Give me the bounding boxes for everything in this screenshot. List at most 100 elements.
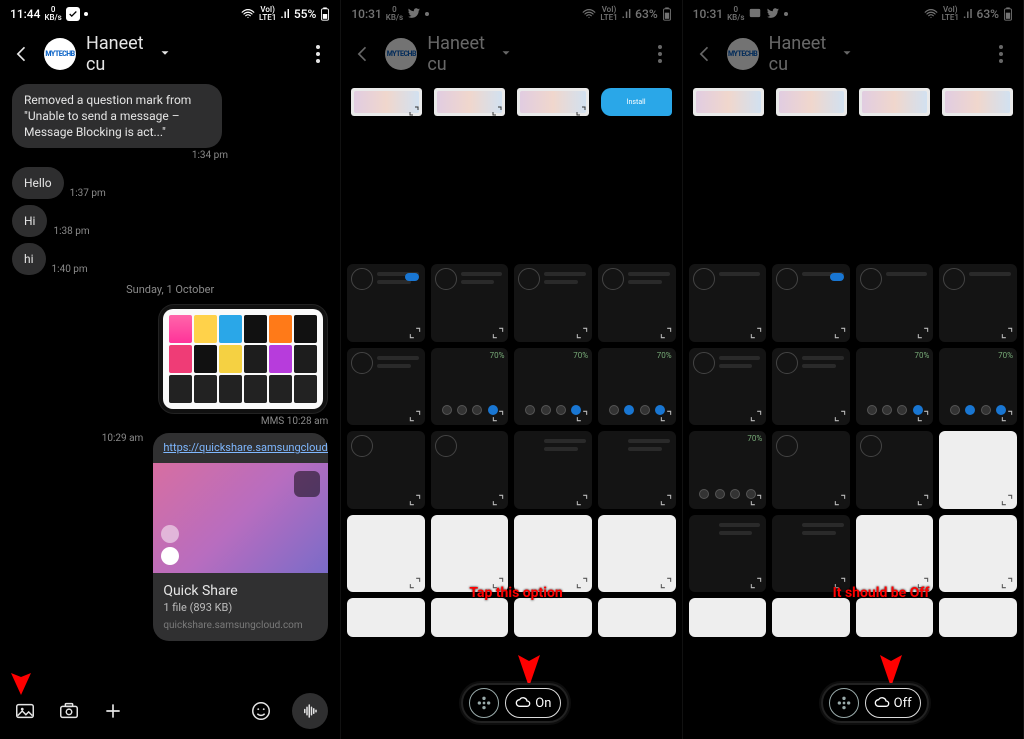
expand-contact-icon[interactable]: [499, 45, 513, 64]
message-time: 1:34 pm: [12, 150, 228, 161]
gallery-thumbnail[interactable]: [598, 264, 676, 342]
cloud-sync-pill[interactable]: Off: [821, 683, 929, 723]
expand-icon: [408, 408, 422, 422]
contact-name[interactable]: Haneet cu: [427, 33, 485, 75]
mms-attachment[interactable]: [158, 304, 328, 414]
appbar: MYTECHB Haneet cu: [683, 28, 1023, 80]
gallery-thumbnail[interactable]: 70%: [939, 348, 1017, 426]
gallery-thumbnail[interactable]: [689, 264, 767, 342]
gallery-settings-icon[interactable]: [469, 688, 499, 718]
gallery-settings-icon[interactable]: [829, 688, 859, 718]
expand-icon: [833, 325, 847, 339]
gallery-thumbnail[interactable]: [431, 431, 509, 509]
back-button[interactable]: [693, 42, 717, 66]
strip-thumb[interactable]: [859, 88, 930, 116]
strip-install-button[interactable]: Install: [601, 88, 672, 116]
gallery-thumbnail[interactable]: [598, 515, 676, 593]
status-data-rate: 0KB/s: [386, 6, 403, 22]
wifi-icon: [241, 7, 255, 21]
gallery-thumbnail[interactable]: [514, 264, 592, 342]
gallery-thumbnail[interactable]: [689, 515, 767, 593]
strip-thumb[interactable]: [517, 88, 588, 116]
statusbar: 11:44 0KB/s VoI)LTE1 .ıl 55%: [0, 0, 340, 28]
message-incoming[interactable]: Hi: [12, 205, 47, 237]
avatar[interactable]: MYTECHB: [385, 38, 417, 70]
gallery-thumbnail[interactable]: [598, 431, 676, 509]
emoji-button[interactable]: [248, 698, 274, 724]
strip-thumb[interactable]: [434, 88, 505, 116]
avatar[interactable]: MYTECHB: [727, 38, 759, 70]
gallery-thumbnail[interactable]: 70%: [689, 431, 767, 509]
more-button[interactable]: [306, 42, 330, 66]
back-button[interactable]: [10, 42, 34, 66]
gallery-button[interactable]: [12, 698, 38, 724]
gallery-thumbnail[interactable]: [939, 598, 1017, 637]
gallery-thumbnail[interactable]: [347, 598, 425, 637]
voice-button[interactable]: [292, 693, 328, 729]
avatar[interactable]: MYTECHB: [44, 38, 76, 70]
gallery-thumbnail[interactable]: [772, 515, 850, 593]
contact-name[interactable]: Haneet cu: [769, 33, 827, 75]
gallery-thumbnail[interactable]: [856, 264, 934, 342]
add-button[interactable]: [100, 698, 126, 724]
expand-contact-icon[interactable]: [158, 45, 172, 64]
strip-thumb[interactable]: [942, 88, 1013, 116]
expand-icon: [408, 492, 422, 506]
link-preview-card[interactable]: https://quickshare.samsungcloud.com/dkQ5…: [153, 433, 328, 641]
gallery-thumbnail[interactable]: 70%: [598, 348, 676, 426]
message-incoming[interactable]: hi: [12, 243, 46, 275]
expand-icon: [575, 492, 589, 506]
gallery-thumbnail[interactable]: [347, 348, 425, 426]
more-button[interactable]: [989, 42, 1013, 66]
cloud-toggle-off[interactable]: Off: [865, 688, 921, 718]
gallery-thumbnail[interactable]: [939, 431, 1017, 509]
gallery-thumbnail[interactable]: 70%: [431, 348, 509, 426]
camera-button[interactable]: [56, 698, 82, 724]
screen-gallery-on: 10:31 0KB/s VoI)LTE1 .ıl 63% MYTECHB Han…: [341, 0, 682, 739]
gallery-thumbnail[interactable]: [514, 515, 592, 593]
strip-thumb[interactable]: [776, 88, 847, 116]
message-incoming[interactable]: Hello: [12, 167, 64, 199]
recent-strip: Install: [341, 80, 681, 120]
more-button[interactable]: [648, 42, 672, 66]
contact-name[interactable]: Haneet cu: [86, 33, 144, 75]
gallery-thumbnail[interactable]: [514, 431, 592, 509]
gallery-thumbnail[interactable]: [772, 348, 850, 426]
gallery-thumbnail[interactable]: [772, 431, 850, 509]
date-separator: Sunday, 1 October: [12, 283, 328, 296]
cloud-sync-pill[interactable]: On: [461, 683, 569, 723]
cloud-toggle-on[interactable]: On: [505, 688, 561, 718]
gallery-thumbnail[interactable]: [689, 348, 767, 426]
gallery-thumbnail[interactable]: [431, 264, 509, 342]
gallery-thumbnail[interactable]: [431, 598, 509, 637]
annotation-arrow: [516, 607, 542, 687]
expand-icon: [1000, 325, 1014, 339]
expand-icon: [916, 408, 930, 422]
gallery-thumbnail[interactable]: [347, 264, 425, 342]
status-data-rate: 0KB/s: [727, 6, 744, 22]
gallery-thumbnail[interactable]: [431, 515, 509, 593]
gallery-thumbnail[interactable]: [598, 598, 676, 637]
annotation-text: Tap this option: [469, 585, 562, 601]
gallery-thumbnail[interactable]: [689, 598, 767, 637]
gallery-thumbnail[interactable]: 70%: [856, 348, 934, 426]
message-incoming[interactable]: Removed a question mark from "Unable to …: [12, 84, 222, 148]
expand-icon: [575, 102, 587, 114]
gallery-thumbnail[interactable]: 70%: [514, 348, 592, 426]
expand-contact-icon[interactable]: [840, 45, 854, 64]
strip-thumb[interactable]: [351, 88, 422, 116]
gallery-thumbnail[interactable]: [347, 515, 425, 593]
gallery-thumbnail[interactable]: [772, 598, 850, 637]
expand-icon: [491, 102, 503, 114]
strip-thumb[interactable]: [693, 88, 764, 116]
gallery-thumbnail[interactable]: [939, 515, 1017, 593]
gallery-thumbnail[interactable]: [856, 515, 934, 593]
gallery-thumbnail[interactable]: [856, 431, 934, 509]
gallery-thumbnail[interactable]: [347, 431, 425, 509]
back-button[interactable]: [351, 42, 375, 66]
gallery-thumbnail[interactable]: [939, 264, 1017, 342]
status-time: 10:31: [351, 7, 381, 21]
expand-icon: [1000, 408, 1014, 422]
gallery-thumbnail[interactable]: [772, 264, 850, 342]
expand-icon: [833, 492, 847, 506]
